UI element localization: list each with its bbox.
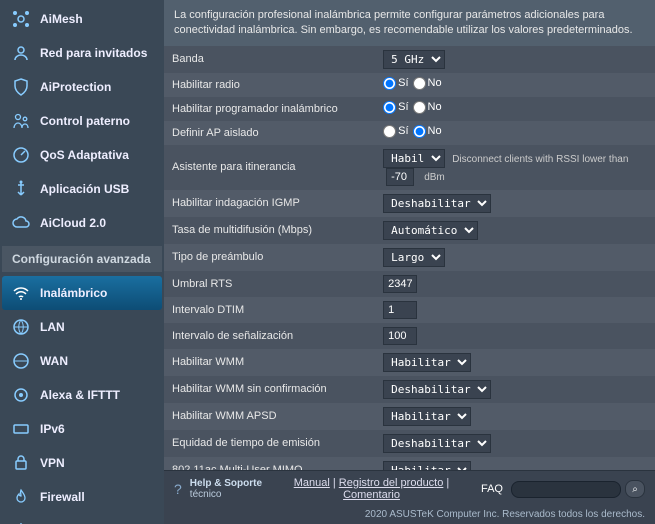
radio-yes[interactable]: Sí bbox=[383, 77, 408, 90]
sidebar-item-firewall[interactable]: Firewall bbox=[2, 480, 162, 514]
wmm-apsd-select[interactable]: Habilitar bbox=[383, 407, 471, 426]
fire-icon bbox=[10, 486, 32, 508]
manual-link[interactable]: Manual bbox=[294, 477, 330, 489]
multicast-select[interactable]: Automático bbox=[383, 221, 478, 240]
sidebar-item-aplicaci-n-usb[interactable]: Aplicación USB bbox=[2, 172, 162, 206]
rssi-unit: dBm bbox=[424, 172, 445, 183]
isolated-no[interactable]: No bbox=[413, 125, 442, 138]
isolated-ap-label: Definir AP aislado bbox=[164, 121, 375, 145]
radio-no[interactable]: No bbox=[413, 77, 442, 90]
sidebar-item-qos-adaptativa[interactable]: QoS Adaptativa bbox=[2, 138, 162, 172]
rts-label: Umbral RTS bbox=[164, 271, 375, 297]
admin-icon bbox=[10, 520, 32, 524]
sidebar-item-alexa-ifttt[interactable]: Alexa & IFTTT bbox=[2, 378, 162, 412]
scheduler-yes[interactable]: Sí bbox=[383, 101, 408, 114]
airtime-select[interactable]: Deshabilitar bbox=[383, 434, 491, 453]
rssi-input[interactable] bbox=[386, 168, 414, 186]
sidebar-item-control-paterno[interactable]: Control paterno bbox=[2, 104, 162, 138]
mesh-icon bbox=[10, 8, 32, 30]
sidebar-item-ipv6[interactable]: IPv6 bbox=[2, 412, 162, 446]
sidebar-item-wan[interactable]: WAN bbox=[2, 344, 162, 378]
advanced-settings-header: Configuración avanzada bbox=[2, 246, 162, 272]
wmm-apsd-label: Habilitar WMM APSD bbox=[164, 403, 375, 430]
lan-icon bbox=[10, 316, 32, 338]
igmp-label: Habilitar indagación IGMP bbox=[164, 190, 375, 217]
sidebar-item-label: AiMesh bbox=[40, 12, 83, 26]
sidebar-item-aicloud-2-0[interactable]: AiCloud 2.0 bbox=[2, 206, 162, 240]
sidebar-item-red-para-invitados[interactable]: Red para invitados bbox=[2, 36, 162, 70]
sidebar-item-label: Control paterno bbox=[40, 114, 130, 128]
wmm-select[interactable]: Habilitar bbox=[383, 353, 471, 372]
igmp-select[interactable]: Deshabilitar bbox=[383, 194, 491, 213]
comment-link[interactable]: Comentario bbox=[343, 489, 400, 501]
roaming-select[interactable]: Habilitar bbox=[383, 149, 445, 168]
qos-icon bbox=[10, 144, 32, 166]
sidebar: AiMesh Red para invitados AiProtection Cont… bbox=[0, 0, 164, 524]
product-reg-link[interactable]: Registro del producto bbox=[339, 477, 444, 489]
sidebar-item-label: QoS Adaptativa bbox=[40, 148, 129, 162]
help-support-link[interactable]: Help & Soportetécnico bbox=[190, 478, 262, 500]
wifi-icon bbox=[10, 282, 32, 304]
scheduler-no[interactable]: No bbox=[413, 101, 442, 114]
beacon-input[interactable] bbox=[383, 327, 417, 345]
footer: ? Help & Soportetécnico Manual | Registr… bbox=[164, 470, 655, 507]
roaming-note: Disconnect clients with RSSI lower than bbox=[452, 154, 628, 165]
sidebar-item-label: VPN bbox=[40, 456, 65, 470]
shield-icon bbox=[10, 76, 32, 98]
sidebar-item-label: LAN bbox=[40, 320, 65, 334]
sidebar-item-label: Alexa & IFTTT bbox=[40, 388, 120, 402]
sidebar-item-lan[interactable]: LAN bbox=[2, 310, 162, 344]
dtim-input[interactable] bbox=[383, 301, 417, 319]
radio-yes-input[interactable] bbox=[383, 77, 396, 90]
parent-icon bbox=[10, 110, 32, 132]
sidebar-item-vpn[interactable]: VPN bbox=[2, 446, 162, 480]
sidebar-item-aiprotection[interactable]: AiProtection bbox=[2, 70, 162, 104]
faq-label: FAQ bbox=[481, 483, 503, 495]
rts-input[interactable] bbox=[383, 275, 417, 293]
wan-icon bbox=[10, 350, 32, 372]
search-input[interactable] bbox=[511, 481, 621, 498]
copyright-text: 2020 ASUSTeK Computer Inc. Reservados to… bbox=[164, 507, 655, 524]
usb-icon bbox=[10, 178, 32, 200]
preamble-label: Tipo de preámbulo bbox=[164, 244, 375, 271]
sidebar-item-administraci-n[interactable]: Administración bbox=[2, 514, 162, 524]
isolated-yes[interactable]: Sí bbox=[383, 125, 408, 138]
roaming-label: Asistente para itinerancia bbox=[164, 145, 375, 190]
preamble-select[interactable]: Largo bbox=[383, 248, 445, 267]
description-text: La configuración profesional inalámbrica… bbox=[164, 0, 655, 46]
mu-mimo-select[interactable]: Habilitar bbox=[383, 461, 471, 470]
dtim-label: Intervalo DTIM bbox=[164, 297, 375, 323]
main-panel: La configuración profesional inalámbrica… bbox=[164, 0, 655, 524]
alexa-icon bbox=[10, 384, 32, 406]
scheduler-label: Habilitar programador inalámbrico bbox=[164, 97, 375, 121]
multicast-label: Tasa de multidifusión (Mbps) bbox=[164, 217, 375, 244]
sidebar-item-label: WAN bbox=[40, 354, 68, 368]
band-select[interactable]: 5 GHz bbox=[383, 50, 445, 69]
sidebar-item-label: Inalámbrico bbox=[40, 286, 107, 300]
vpn-icon bbox=[10, 452, 32, 474]
sidebar-item-label: Aplicación USB bbox=[40, 182, 129, 196]
airtime-label: Equidad de tiempo de emisión bbox=[164, 430, 375, 457]
sidebar-item-label: AiProtection bbox=[40, 80, 111, 94]
wmm-label: Habilitar WMM bbox=[164, 349, 375, 376]
sidebar-item-aimesh[interactable]: AiMesh bbox=[2, 2, 162, 36]
sidebar-item-label: IPv6 bbox=[40, 422, 65, 436]
guest-icon bbox=[10, 42, 32, 64]
search-button[interactable]: ⌕ bbox=[625, 480, 645, 498]
beacon-label: Intervalo de señalización bbox=[164, 323, 375, 349]
band-label: Banda bbox=[164, 46, 375, 73]
wmm-noack-label: Habilitar WMM sin confirmación bbox=[164, 376, 375, 403]
sidebar-item-label: Red para invitados bbox=[40, 46, 147, 60]
cloud-icon bbox=[10, 212, 32, 234]
wireless-settings-table: Banda 5 GHz Habilitar radio Sí No Habili… bbox=[164, 46, 655, 470]
ipv6-icon bbox=[10, 418, 32, 440]
wmm-noack-select[interactable]: Deshabilitar bbox=[383, 380, 491, 399]
sidebar-item-label: Firewall bbox=[40, 490, 85, 504]
sidebar-item-label: AiCloud 2.0 bbox=[40, 216, 106, 230]
enable-radio-label: Habilitar radio bbox=[164, 73, 375, 97]
sidebar-item-inal-mbrico[interactable]: Inalámbrico bbox=[2, 276, 162, 310]
mu-mimo-label: 802.11ac Multi-User MIMO bbox=[164, 457, 375, 470]
radio-no-input[interactable] bbox=[413, 77, 426, 90]
help-icon: ? bbox=[174, 481, 182, 497]
